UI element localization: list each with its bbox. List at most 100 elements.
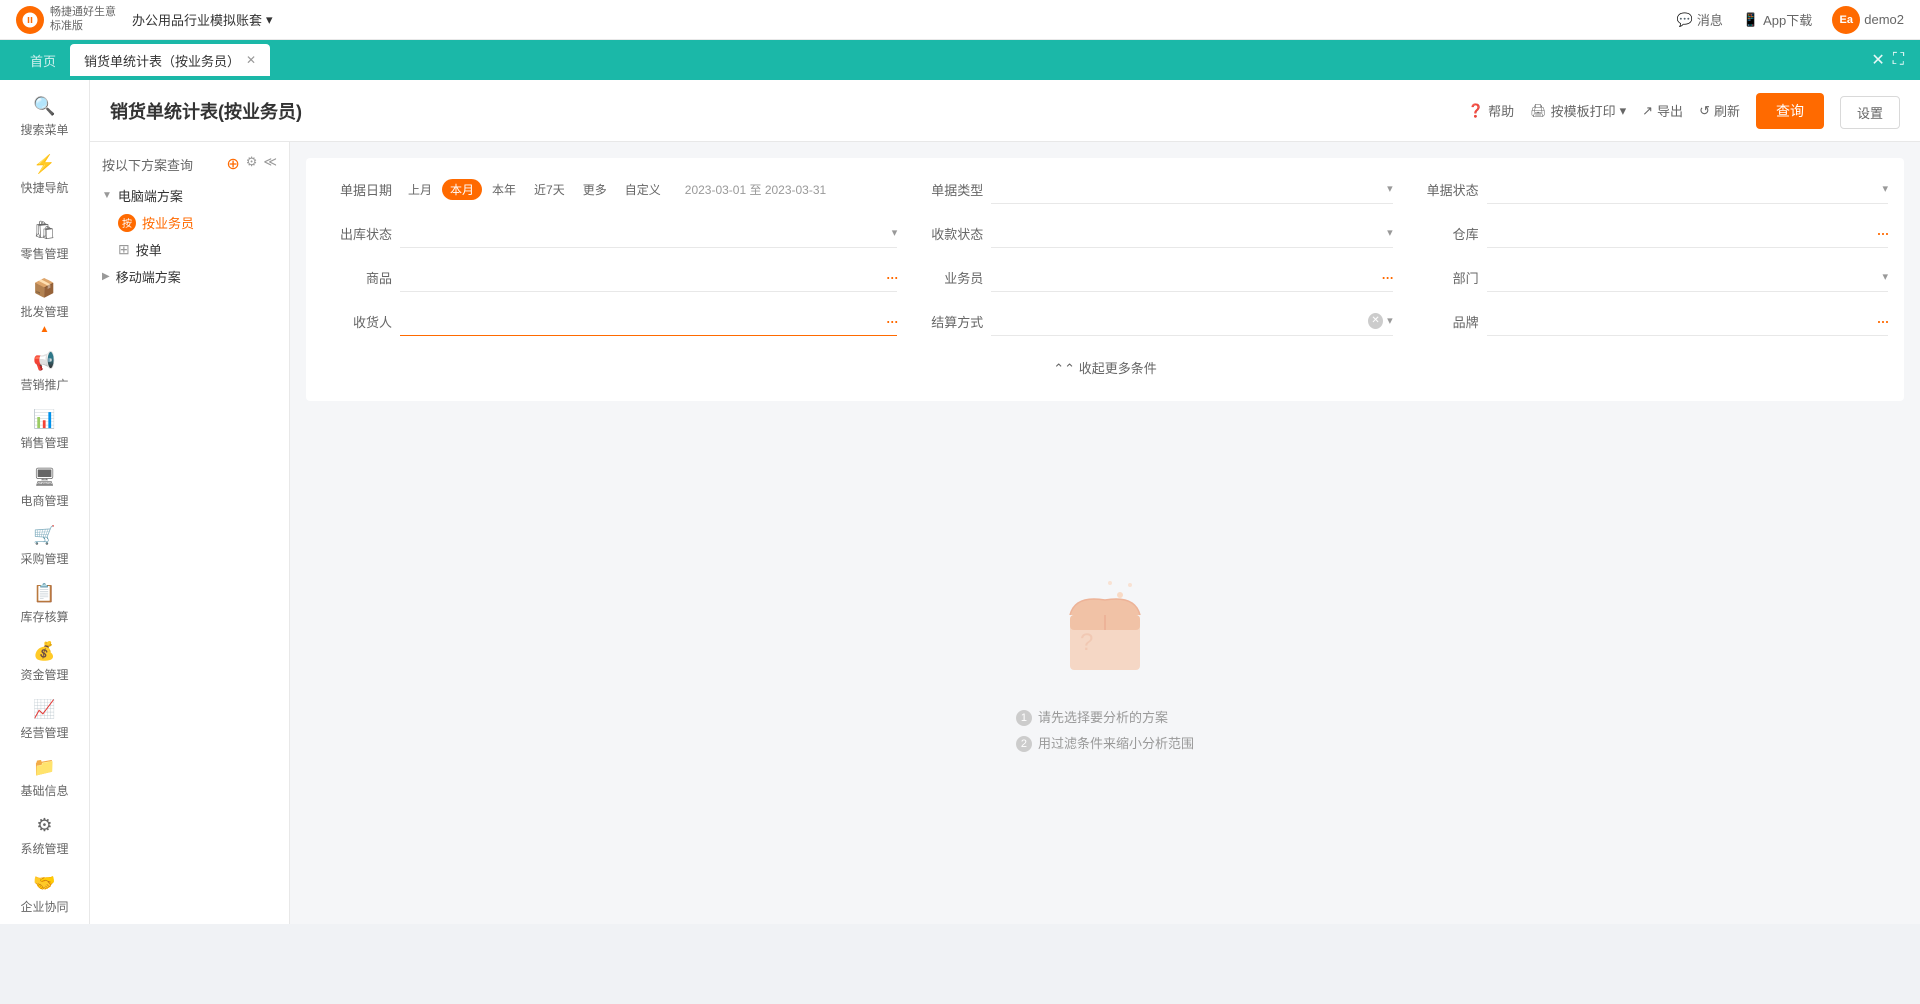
app-selector[interactable]: 办公用品行业模拟账套 ▾ bbox=[132, 10, 273, 29]
sidebar-item-enterprise[interactable]: 🤝 企业协同 bbox=[0, 865, 89, 923]
sidebar-item-ecommerce[interactable]: 🖥 电商管理 bbox=[0, 459, 89, 517]
salesman-dots[interactable]: ··· bbox=[1381, 268, 1393, 286]
salesman-label: 业务员 bbox=[913, 268, 983, 287]
left-panel: 按以下方案查询 ⊕ ⚙ ≪ ▼ 电脑端方案 按 按业务员 bbox=[90, 142, 290, 924]
edit-scheme-icon[interactable]: ⚙ bbox=[246, 154, 258, 174]
recv-status-chevron[interactable]: ▾ bbox=[1387, 226, 1393, 239]
empty-illustration: ? bbox=[1045, 565, 1165, 685]
right-panel: 单据日期 上月 本月 本年 近7天 更多 自定义 2023-03-01 至 20… bbox=[290, 142, 1920, 924]
sidebar-item-inventory[interactable]: 📋 库存核算 bbox=[0, 575, 89, 633]
recv-status-label: 收款状态 bbox=[913, 224, 983, 243]
date-7days[interactable]: 近7天 bbox=[526, 179, 573, 200]
bill-type-input[interactable] bbox=[991, 181, 1387, 196]
dept-label: 部门 bbox=[1409, 268, 1479, 287]
consignee-field[interactable]: ··· bbox=[400, 306, 897, 336]
sidebar: 🔍 搜索菜单 ⚡ 快捷导航 🛍 零售管理 📦 批发管理 ▲ 📢 营销推广 📊 销… bbox=[0, 80, 90, 924]
settings-button[interactable]: 设置 bbox=[1840, 96, 1900, 129]
inventory-icon: 📋 bbox=[33, 583, 55, 604]
salesman-input[interactable] bbox=[991, 269, 1380, 284]
sidebar-item-search[interactable]: 🔍 搜索菜单 bbox=[0, 88, 89, 146]
bill-type-chevron[interactable]: ▾ bbox=[1387, 182, 1393, 195]
query-button[interactable]: 查询 bbox=[1756, 93, 1824, 129]
sidebar-item-wholesale[interactable]: 📦 批发管理 ▲ bbox=[0, 270, 89, 343]
app-download-btn[interactable]: 📱 App下载 bbox=[1743, 10, 1812, 29]
dept-chevron[interactable]: ▾ bbox=[1882, 270, 1888, 283]
arrow-down-icon: ▼ bbox=[102, 190, 112, 201]
left-panel-header: 按以下方案查询 ⊕ ⚙ ≪ bbox=[90, 154, 289, 182]
quick-nav-icon: ⚡ bbox=[33, 154, 55, 175]
out-status-field[interactable]: ▾ bbox=[400, 218, 897, 248]
filter-row-1: 单据日期 上月 本月 本年 近7天 更多 自定义 2023-03-01 至 20… bbox=[322, 174, 1888, 204]
logo-icon bbox=[16, 6, 44, 34]
minimize-button[interactable]: ✕ bbox=[1871, 50, 1884, 70]
bill-status-field[interactable]: ▾ bbox=[1487, 174, 1888, 204]
brand-input[interactable] bbox=[1487, 313, 1876, 328]
sidebar-item-basic[interactable]: 📁 基础信息 bbox=[0, 749, 89, 807]
date-last-month[interactable]: 上月 bbox=[400, 179, 440, 200]
settlement-label: 结算方式 bbox=[913, 312, 983, 331]
basic-icon: 📁 bbox=[33, 757, 55, 778]
tree-node-pc[interactable]: ▼ 电脑端方案 bbox=[90, 182, 289, 209]
add-scheme-icon[interactable]: ⊕ bbox=[226, 154, 239, 174]
message-btn[interactable]: 💬 消息 bbox=[1677, 10, 1723, 29]
refresh-button[interactable]: ↺ 刷新 bbox=[1699, 101, 1740, 120]
refresh-icon: ↺ bbox=[1699, 103, 1710, 119]
tree-node-mobile[interactable]: ▶ 移动端方案 bbox=[90, 263, 289, 290]
tree-node-by-bill[interactable]: ⊞ 按单 bbox=[90, 236, 289, 263]
dept-input[interactable] bbox=[1487, 269, 1883, 284]
collapse-row[interactable]: ⌃⌃ 收起更多条件 bbox=[322, 350, 1888, 385]
dept-field[interactable]: ▾ bbox=[1487, 262, 1888, 292]
maximize-button[interactable]: ⛶ bbox=[1893, 51, 1904, 69]
sidebar-item-operations[interactable]: 📈 经营管理 bbox=[0, 691, 89, 749]
collapse-panel-icon[interactable]: ≪ bbox=[263, 154, 277, 174]
help-button[interactable]: ❓ 帮助 bbox=[1468, 101, 1514, 120]
brand-dots[interactable]: ··· bbox=[1876, 312, 1888, 330]
date-this-month[interactable]: 本月 bbox=[442, 179, 482, 200]
bill-type-field[interactable]: ▾ bbox=[991, 174, 1392, 204]
layout: 🔍 搜索菜单 ⚡ 快捷导航 🛍 零售管理 📦 批发管理 ▲ 📢 营销推广 📊 销… bbox=[0, 80, 1920, 924]
sidebar-item-system[interactable]: ⚙ 系统管理 bbox=[0, 807, 89, 865]
help-icon: ❓ bbox=[1468, 103, 1484, 119]
settlement-input[interactable] bbox=[991, 313, 1368, 328]
marketing-icon: 📢 bbox=[33, 351, 55, 372]
recv-status-field[interactable]: ▾ bbox=[991, 218, 1392, 248]
out-status-chevron[interactable]: ▾ bbox=[892, 226, 898, 239]
warehouse-input[interactable] bbox=[1487, 225, 1876, 240]
sidebar-item-retail[interactable]: 🛍 零售管理 bbox=[0, 212, 89, 270]
sidebar-item-quick-nav[interactable]: ⚡ 快捷导航 bbox=[0, 146, 89, 204]
date-more[interactable]: 更多 bbox=[575, 179, 615, 200]
bill-status-chevron[interactable]: ▾ bbox=[1882, 182, 1888, 195]
sidebar-item-sales[interactable]: 📊 销售管理 bbox=[0, 401, 89, 459]
tab-home[interactable]: 首页 bbox=[16, 44, 70, 76]
goods-input[interactable] bbox=[400, 269, 885, 284]
warehouse-field[interactable]: ··· bbox=[1487, 218, 1888, 248]
consignee-dots[interactable]: ··· bbox=[885, 312, 897, 330]
sidebar-item-finance[interactable]: 💰 资金管理 bbox=[0, 633, 89, 691]
settlement-chevron[interactable]: ▾ bbox=[1387, 314, 1393, 327]
date-custom[interactable]: 自定义 bbox=[617, 179, 669, 200]
settlement-field[interactable]: ✕ ▾ bbox=[991, 306, 1392, 336]
collapse-up-icon: ⌃⌃ bbox=[1053, 361, 1075, 376]
tab-sales-stat[interactable]: 销货单统计表（按业务员） ✕ bbox=[70, 44, 270, 76]
print-button[interactable]: 🖨 按模板打印 ▾ bbox=[1530, 101, 1626, 120]
sidebar-item-purchase[interactable]: 🛒 采购管理 bbox=[0, 517, 89, 575]
date-this-year[interactable]: 本年 bbox=[484, 179, 524, 200]
consignee-input[interactable] bbox=[400, 313, 885, 328]
brand-field[interactable]: ··· bbox=[1487, 306, 1888, 336]
tree-node-by-salesman[interactable]: 按 按业务员 bbox=[90, 209, 289, 236]
out-status-input[interactable] bbox=[400, 225, 892, 240]
export-button[interactable]: ↗ 导出 bbox=[1642, 101, 1683, 120]
warehouse-dots[interactable]: ··· bbox=[1876, 224, 1888, 242]
goods-field[interactable]: ··· bbox=[400, 262, 897, 292]
bill-type-label: 单据类型 bbox=[913, 180, 983, 199]
sidebar-item-marketing[interactable]: 📢 营销推广 bbox=[0, 343, 89, 401]
recv-status-input[interactable] bbox=[991, 225, 1387, 240]
goods-dots[interactable]: ··· bbox=[885, 268, 897, 286]
print-chevron-icon: ▾ bbox=[1620, 103, 1627, 119]
user-menu[interactable]: Ea demo2 bbox=[1832, 6, 1904, 34]
tab-close-button[interactable]: ✕ bbox=[246, 53, 256, 67]
salesman-field[interactable]: ··· bbox=[991, 262, 1392, 292]
bill-status-input[interactable] bbox=[1487, 181, 1883, 196]
finance-icon: 💰 bbox=[33, 641, 55, 662]
settlement-clear[interactable]: ✕ bbox=[1368, 313, 1383, 329]
